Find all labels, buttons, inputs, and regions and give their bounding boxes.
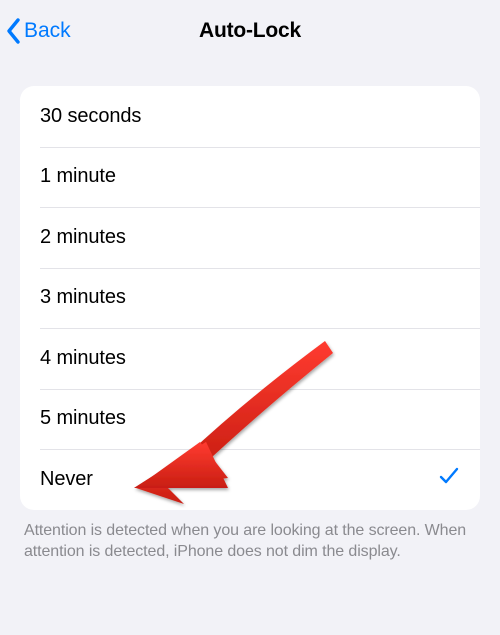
- footer-note: Attention is detected when you are looki…: [24, 520, 476, 563]
- page-title: Auto-Lock: [0, 13, 500, 43]
- option-row[interactable]: 2 minutes: [20, 207, 480, 268]
- option-row[interactable]: 30 seconds: [20, 86, 480, 147]
- option-row[interactable]: 5 minutes: [20, 389, 480, 450]
- checkmark-icon: [438, 465, 460, 493]
- option-label: 5 minutes: [40, 407, 126, 430]
- option-label: 4 minutes: [40, 347, 126, 370]
- options-list: 30 seconds 1 minute 2 minutes 3 minutes …: [20, 86, 480, 510]
- option-row[interactable]: 1 minute: [20, 147, 480, 208]
- option-label: Never: [40, 468, 93, 491]
- nav-bar: Back Auto-Lock: [0, 0, 500, 56]
- option-row[interactable]: 4 minutes: [20, 328, 480, 389]
- option-label: 2 minutes: [40, 226, 126, 249]
- option-label: 30 seconds: [40, 105, 141, 128]
- chevron-left-icon: [6, 18, 22, 44]
- option-row[interactable]: 3 minutes: [20, 268, 480, 329]
- back-button[interactable]: Back: [6, 12, 71, 44]
- option-label: 1 minute: [40, 165, 116, 188]
- option-label: 3 minutes: [40, 286, 126, 309]
- back-label: Back: [24, 19, 71, 43]
- option-row[interactable]: Never: [20, 449, 480, 510]
